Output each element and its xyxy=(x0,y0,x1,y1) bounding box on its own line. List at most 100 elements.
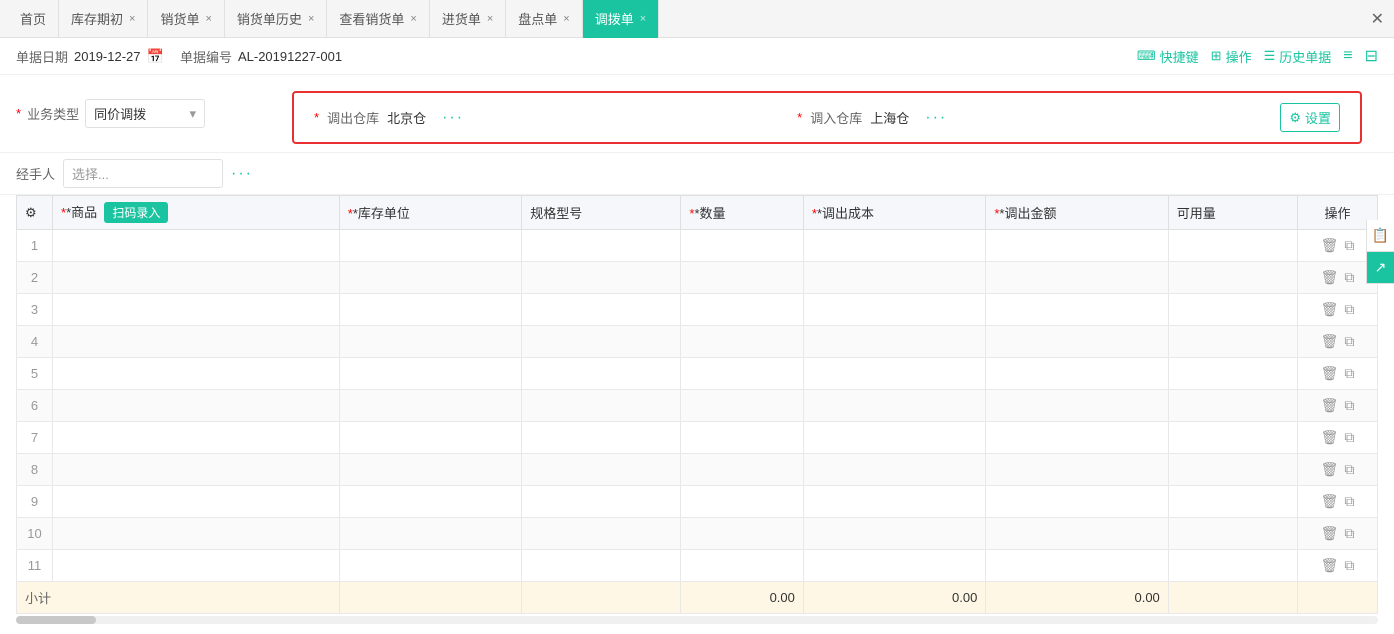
cell-cost[interactable] xyxy=(803,326,985,358)
tab-inventory-init[interactable]: 库存期初 × xyxy=(59,0,148,38)
cell-amount[interactable] xyxy=(986,230,1168,262)
cell-cost[interactable] xyxy=(803,358,985,390)
mini-bar-expand[interactable]: ↗ xyxy=(1367,252,1394,284)
copy-icon[interactable]: ⧉ xyxy=(1344,525,1354,542)
handler-dropdown[interactable]: 选择... xyxy=(63,159,223,188)
cell-qty[interactable] xyxy=(681,454,804,486)
cell-qty[interactable] xyxy=(681,230,804,262)
cell-spec[interactable] xyxy=(522,518,681,550)
close-icon[interactable]: × xyxy=(563,13,569,25)
cell-unit[interactable] xyxy=(339,262,521,294)
cell-cost[interactable] xyxy=(803,486,985,518)
cell-cost[interactable] xyxy=(803,518,985,550)
copy-icon[interactable]: ⧉ xyxy=(1344,397,1354,414)
shortcuts-btn[interactable]: ⌨ 快捷键 xyxy=(1137,47,1199,66)
cell-product[interactable] xyxy=(53,486,340,518)
in-warehouse-more-icon[interactable]: ··· xyxy=(925,109,947,127)
tab-sales-history[interactable]: 销货单历史 × xyxy=(225,0,327,38)
delete-icon[interactable]: 🗑 xyxy=(1321,429,1339,446)
cell-cost[interactable] xyxy=(803,390,985,422)
layout-btn2[interactable]: ⊟ xyxy=(1365,46,1378,66)
cell-qty[interactable] xyxy=(681,358,804,390)
cell-unit[interactable] xyxy=(339,550,521,582)
cell-qty[interactable] xyxy=(681,486,804,518)
cell-amount[interactable] xyxy=(986,390,1168,422)
copy-icon[interactable]: ⧉ xyxy=(1344,461,1354,478)
cell-product[interactable] xyxy=(53,550,340,582)
copy-icon[interactable]: ⧉ xyxy=(1344,365,1354,382)
handler-more-icon[interactable]: ··· xyxy=(231,165,253,183)
close-icon[interactable]: × xyxy=(205,13,211,25)
delete-icon[interactable]: 🗑 xyxy=(1321,333,1339,350)
cell-spec[interactable] xyxy=(522,294,681,326)
cell-cost[interactable] xyxy=(803,294,985,326)
cell-product[interactable] xyxy=(53,326,340,358)
close-window-icon[interactable]: ✕ xyxy=(1371,9,1384,29)
layout-btn1[interactable]: ≡ xyxy=(1343,47,1352,65)
copy-icon[interactable]: ⧉ xyxy=(1344,557,1354,574)
cell-amount[interactable] xyxy=(986,550,1168,582)
delete-icon[interactable]: 🗑 xyxy=(1321,493,1339,510)
copy-icon[interactable]: ⧉ xyxy=(1344,493,1354,510)
scroll-thumb[interactable] xyxy=(16,616,96,624)
cell-cost[interactable] xyxy=(803,262,985,294)
delete-icon[interactable]: 🗑 xyxy=(1321,269,1339,286)
copy-icon[interactable]: ⧉ xyxy=(1344,269,1354,286)
cell-spec[interactable] xyxy=(522,326,681,358)
cell-unit[interactable] xyxy=(339,294,521,326)
cell-spec[interactable] xyxy=(522,390,681,422)
close-icon[interactable]: × xyxy=(410,13,416,25)
delete-icon[interactable]: 🗑 xyxy=(1321,397,1339,414)
close-icon[interactable]: × xyxy=(308,13,314,25)
tab-home[interactable]: 首页 xyxy=(8,0,59,38)
cell-qty[interactable] xyxy=(681,550,804,582)
cell-spec[interactable] xyxy=(522,422,681,454)
cell-amount[interactable] xyxy=(986,454,1168,486)
cell-qty[interactable] xyxy=(681,518,804,550)
cell-qty[interactable] xyxy=(681,422,804,454)
cell-cost[interactable] xyxy=(803,422,985,454)
delete-icon[interactable]: 🗑 xyxy=(1321,237,1339,254)
cell-spec[interactable] xyxy=(522,262,681,294)
cell-unit[interactable] xyxy=(339,518,521,550)
history-btn[interactable]: ☰ 历史单据 xyxy=(1264,47,1332,66)
tab-transfer[interactable]: 调拨单 × xyxy=(583,0,659,38)
cell-product[interactable] xyxy=(53,262,340,294)
cell-cost[interactable] xyxy=(803,454,985,486)
delete-icon[interactable]: 🗑 xyxy=(1321,461,1339,478)
delete-icon[interactable]: 🗑 xyxy=(1321,365,1339,382)
cell-spec[interactable] xyxy=(522,550,681,582)
cell-qty[interactable] xyxy=(681,262,804,294)
cell-amount[interactable] xyxy=(986,294,1168,326)
cell-spec[interactable] xyxy=(522,230,681,262)
business-type-dropdown[interactable]: 同价调拨 ▾ xyxy=(85,99,205,128)
cell-unit[interactable] xyxy=(339,422,521,454)
cell-amount[interactable] xyxy=(986,518,1168,550)
copy-icon[interactable]: ⧉ xyxy=(1344,301,1354,318)
cell-product[interactable] xyxy=(53,294,340,326)
tab-purchase[interactable]: 进货单 × xyxy=(430,0,506,38)
cell-amount[interactable] xyxy=(986,422,1168,454)
cell-unit[interactable] xyxy=(339,230,521,262)
cell-qty[interactable] xyxy=(681,294,804,326)
copy-icon[interactable]: ⧉ xyxy=(1344,429,1354,446)
cell-amount[interactable] xyxy=(986,262,1168,294)
operations-btn[interactable]: ⊞ 操作 xyxy=(1211,47,1252,66)
settings-button[interactable]: ⚙ 设置 xyxy=(1280,103,1340,132)
cell-amount[interactable] xyxy=(986,486,1168,518)
tab-sales-order[interactable]: 销货单 × xyxy=(148,0,224,38)
cell-product[interactable] xyxy=(53,390,340,422)
cell-unit[interactable] xyxy=(339,326,521,358)
cell-unit[interactable] xyxy=(339,390,521,422)
close-icon[interactable]: × xyxy=(487,13,493,25)
calendar-icon[interactable]: 📅 xyxy=(147,48,164,65)
cell-amount[interactable] xyxy=(986,358,1168,390)
cell-spec[interactable] xyxy=(522,454,681,486)
cell-product[interactable] xyxy=(53,230,340,262)
cell-unit[interactable] xyxy=(339,454,521,486)
cell-spec[interactable] xyxy=(522,486,681,518)
cell-unit[interactable] xyxy=(339,358,521,390)
cell-cost[interactable] xyxy=(803,230,985,262)
cell-unit[interactable] xyxy=(339,486,521,518)
cell-cost[interactable] xyxy=(803,550,985,582)
